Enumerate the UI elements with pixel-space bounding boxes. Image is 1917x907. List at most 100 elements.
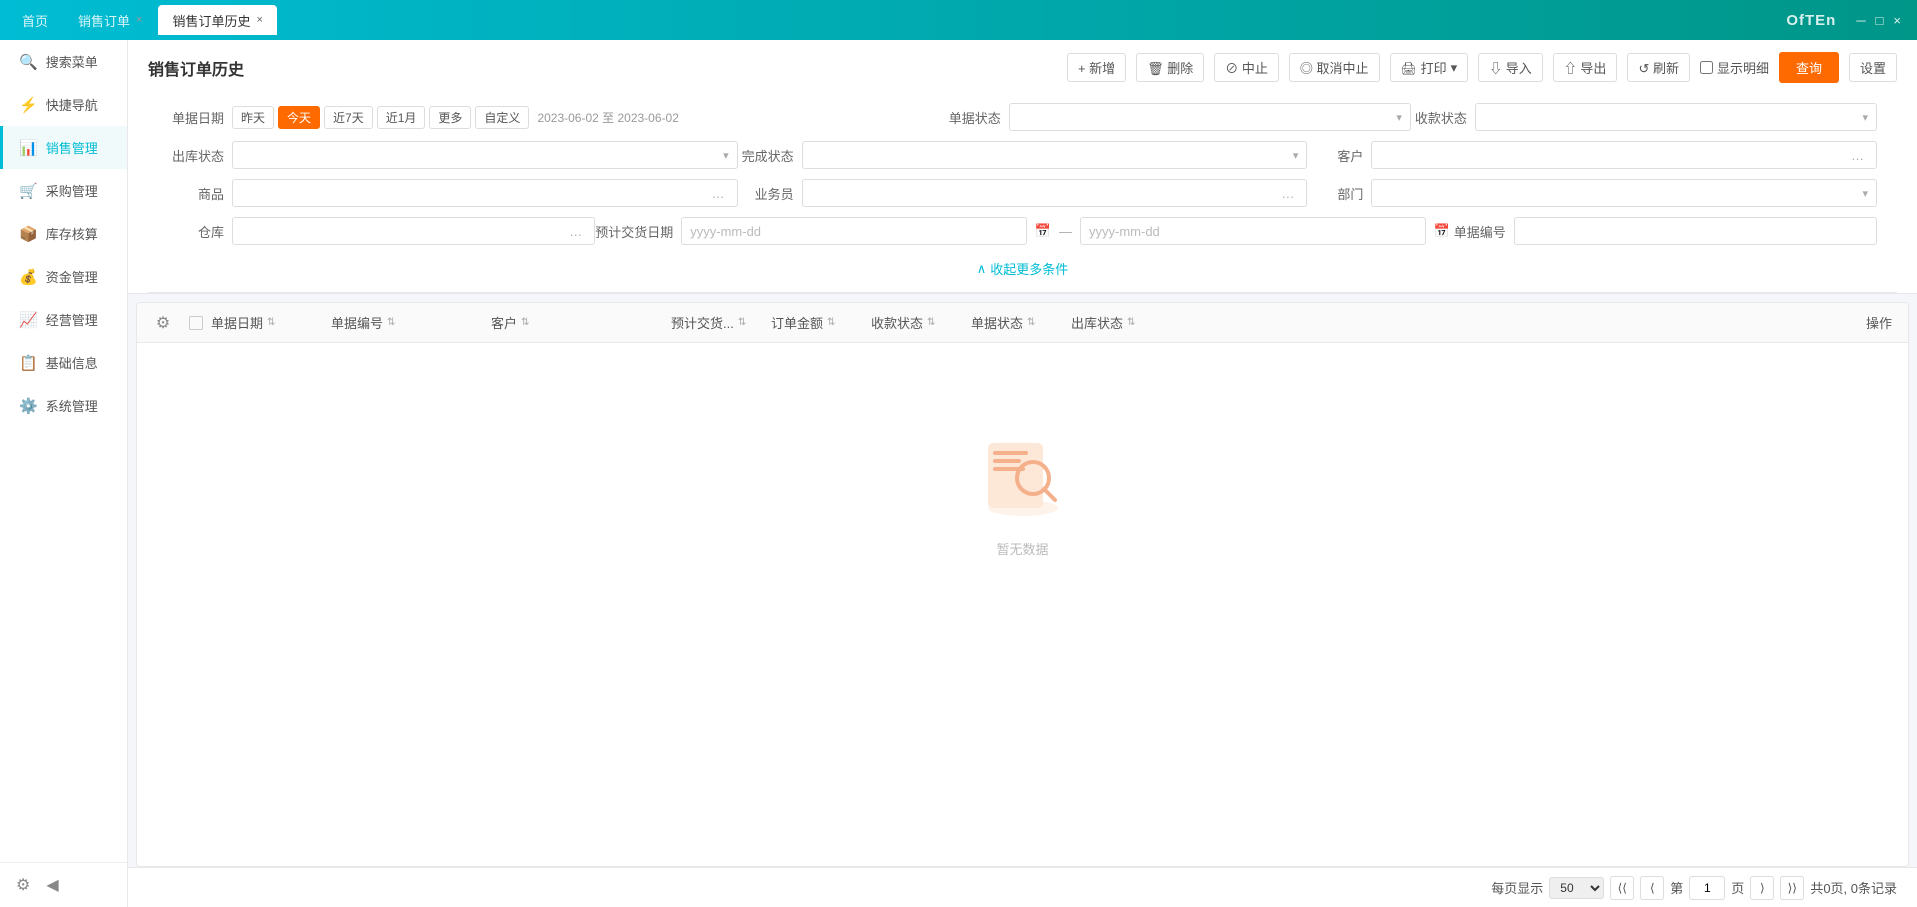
import-button[interactable]: ⇩ 导入 — [1478, 53, 1543, 82]
search-menu-icon: 🔍 — [19, 53, 38, 71]
collapse-up-icon: ∧ — [977, 261, 987, 277]
th-settings[interactable]: ⚙ — [145, 313, 181, 333]
top-bar: 首页 销售订单 × 销售订单历史 × OfTEn ─ □ × — [0, 0, 1917, 40]
salesperson-filter-label: 业务员 — [738, 184, 794, 203]
stop-button-label: ⊘ 中止 — [1225, 58, 1268, 77]
display-toggle-checkbox[interactable] — [1700, 61, 1713, 74]
warehouse-more-icon[interactable]: … — [565, 224, 586, 239]
collapse-btn[interactable]: ∧ 收起更多条件 — [973, 255, 1073, 282]
tab-sales-history-close[interactable]: × — [256, 14, 262, 26]
delivery-date-end-calendar-icon[interactable]: 📅 — [1434, 223, 1450, 239]
main-layout: 🔍 搜索菜单 ⚡ 快捷导航 📊 销售管理 🛒 采购管理 📦 库存核算 💰 资金管… — [0, 40, 1917, 907]
date-btn-more[interactable]: 更多 — [429, 106, 471, 129]
print-button-label: 🖨 打印 — [1401, 58, 1447, 77]
sidebar-item-finance[interactable]: 💰 资金管理 — [0, 255, 127, 298]
th-customer[interactable]: 客户 ⇅ — [491, 313, 671, 332]
new-button-label: + 新增 — [1078, 58, 1115, 77]
prev-page-btn[interactable]: ⟨ — [1640, 876, 1664, 900]
sidebar-bottom: ⚙ ◀ — [0, 862, 127, 907]
tab-sales-history[interactable]: 销售订单历史 × — [158, 5, 276, 35]
order-number-input[interactable] — [1514, 217, 1877, 245]
tab-sales-order-close[interactable]: × — [136, 14, 142, 26]
goods-input[interactable]: … — [232, 179, 738, 207]
customer-filter-label: 客户 — [1307, 146, 1363, 165]
minimize-btn[interactable]: ─ — [1856, 13, 1865, 28]
filter-date: 单据日期 昨天 今天 近7天 近1月 更多 自定义 2023-06-02 至 2… — [168, 106, 945, 129]
sidebar-item-quick-nav[interactable]: ⚡ 快捷导航 — [0, 83, 127, 126]
settings-button[interactable]: 设置 — [1849, 53, 1897, 82]
th-delivery[interactable]: 预计交货... ⇅ — [671, 313, 771, 332]
display-toggle[interactable]: 显示明细 — [1700, 58, 1769, 77]
th-date[interactable]: 单据日期 ⇅ — [211, 313, 331, 332]
th-number[interactable]: 单据编号 ⇅ — [331, 313, 491, 332]
th-checkbox[interactable] — [181, 316, 211, 330]
salesperson-more-icon[interactable]: … — [1277, 186, 1298, 201]
sidebar-item-basic-info[interactable]: 📋 基础信息 — [0, 341, 127, 384]
page-size-select[interactable]: 50 10 20 100 — [1549, 877, 1604, 899]
maximize-btn[interactable]: □ — [1876, 13, 1884, 28]
customer-more-icon[interactable]: … — [1847, 148, 1868, 163]
new-button[interactable]: + 新增 — [1067, 53, 1126, 82]
export-button[interactable]: ⇧ 导出 — [1553, 53, 1618, 82]
delivery-date-end-placeholder: yyyy-mm-dd — [1089, 224, 1160, 239]
salesperson-input[interactable]: … — [802, 179, 1308, 207]
page-number-input[interactable] — [1689, 876, 1725, 900]
stop-button[interactable]: ⊘ 中止 — [1214, 53, 1279, 82]
date-filter-label: 单据日期 — [168, 108, 224, 127]
cancel-stop-button[interactable]: ◎ 取消中止 — [1289, 53, 1380, 82]
th-order-status[interactable]: 单据状态 ⇅ — [971, 313, 1071, 332]
th-amount[interactable]: 订单金额 ⇅ — [771, 313, 871, 332]
sidebar-item-purchase-mgmt[interactable]: 🛒 采购管理 — [0, 169, 127, 212]
delivery-date-start[interactable]: yyyy-mm-dd — [681, 217, 1027, 245]
window-controls: OfTEn ─ □ × — [1786, 12, 1909, 29]
th-warehouse-status[interactable]: 出库状态 ⇅ — [1071, 313, 1171, 332]
th-amount-sort-icon: ⇅ — [827, 317, 835, 328]
last-page-btn[interactable]: ⟩⟩ — [1780, 876, 1804, 900]
query-button[interactable]: 查询 — [1779, 52, 1839, 83]
sidebar-item-operations[interactable]: 📈 经营管理 — [0, 298, 127, 341]
department-select[interactable]: ▾ — [1371, 179, 1877, 207]
completion-status-select[interactable]: ▾ — [802, 141, 1308, 169]
delivery-date-start-calendar-icon[interactable]: 📅 — [1035, 223, 1051, 239]
sidebar-settings-icon[interactable]: ⚙ — [16, 875, 30, 895]
tab-home[interactable]: 首页 — [8, 5, 62, 35]
table-settings-icon[interactable]: ⚙ — [156, 313, 170, 333]
sidebar-item-search-menu[interactable]: 🔍 搜索菜单 — [0, 40, 127, 83]
first-page-btn[interactable]: ⟨⟨ — [1610, 876, 1634, 900]
close-btn[interactable]: × — [1893, 13, 1901, 28]
refresh-button[interactable]: ↺ 刷新 — [1627, 53, 1690, 82]
delete-button[interactable]: 🗑 删除 — [1136, 53, 1204, 82]
payment-status-label: 收款状态 — [1411, 108, 1467, 127]
pagination: 每页显示 50 10 20 100 ⟨⟨ ⟨ 第 页 ⟩ ⟩⟩ 共0页, 0条记… — [1491, 876, 1897, 900]
date-btn-1month[interactable]: 近1月 — [377, 106, 426, 129]
warehouse-status-select[interactable]: ▾ — [232, 141, 738, 169]
date-btn-custom[interactable]: 自定义 — [475, 106, 529, 129]
th-order-status-label: 单据状态 — [971, 313, 1023, 332]
toolbar: + 新增 🗑 删除 ⊘ 中止 ◎ 取消中止 🖨 打印 ▾ — [1067, 52, 1897, 83]
sidebar-collapse-icon[interactable]: ◀ — [46, 875, 58, 895]
order-status-select[interactable]: ▾ — [1009, 103, 1411, 131]
filter-row-4: 仓库 … 预计交货日期 yyyy-mm-dd 📅 — [168, 217, 1877, 245]
filter-row-2: 出库状态 ▾ 完成状态 ▾ 客户 — [168, 141, 1877, 169]
select-all-checkbox[interactable] — [189, 316, 203, 330]
next-page-btn[interactable]: ⟩ — [1750, 876, 1774, 900]
warehouse-status-arrow-icon: ▾ — [723, 149, 729, 162]
payment-status-select[interactable]: ▾ — [1475, 103, 1877, 131]
print-dropdown-icon[interactable]: ▾ — [1451, 60, 1458, 76]
date-btn-today[interactable]: 今天 — [278, 106, 320, 129]
sidebar-item-sales-mgmt[interactable]: 📊 销售管理 — [0, 126, 127, 169]
sidebar-item-inventory[interactable]: 📦 库存核算 — [0, 212, 127, 255]
delivery-date-end[interactable]: yyyy-mm-dd — [1080, 217, 1426, 245]
sidebar-item-inventory-label: 库存核算 — [46, 224, 98, 243]
warehouse-input[interactable]: … — [232, 217, 595, 245]
filter-row-3: 商品 … 业务员 … 部门 — [168, 179, 1877, 207]
date-btn-yesterday[interactable]: 昨天 — [232, 106, 274, 129]
department-arrow-icon: ▾ — [1862, 187, 1868, 200]
customer-input[interactable]: … — [1371, 141, 1877, 169]
tab-sales-order[interactable]: 销售订单 × — [64, 5, 156, 35]
goods-more-icon[interactable]: … — [708, 186, 729, 201]
th-payment[interactable]: 收款状态 ⇅ — [871, 313, 971, 332]
sidebar-item-system-mgmt[interactable]: ⚙️ 系统管理 — [0, 384, 127, 427]
date-btn-7days[interactable]: 近7天 — [324, 106, 373, 129]
print-button[interactable]: 🖨 打印 ▾ — [1390, 53, 1469, 82]
